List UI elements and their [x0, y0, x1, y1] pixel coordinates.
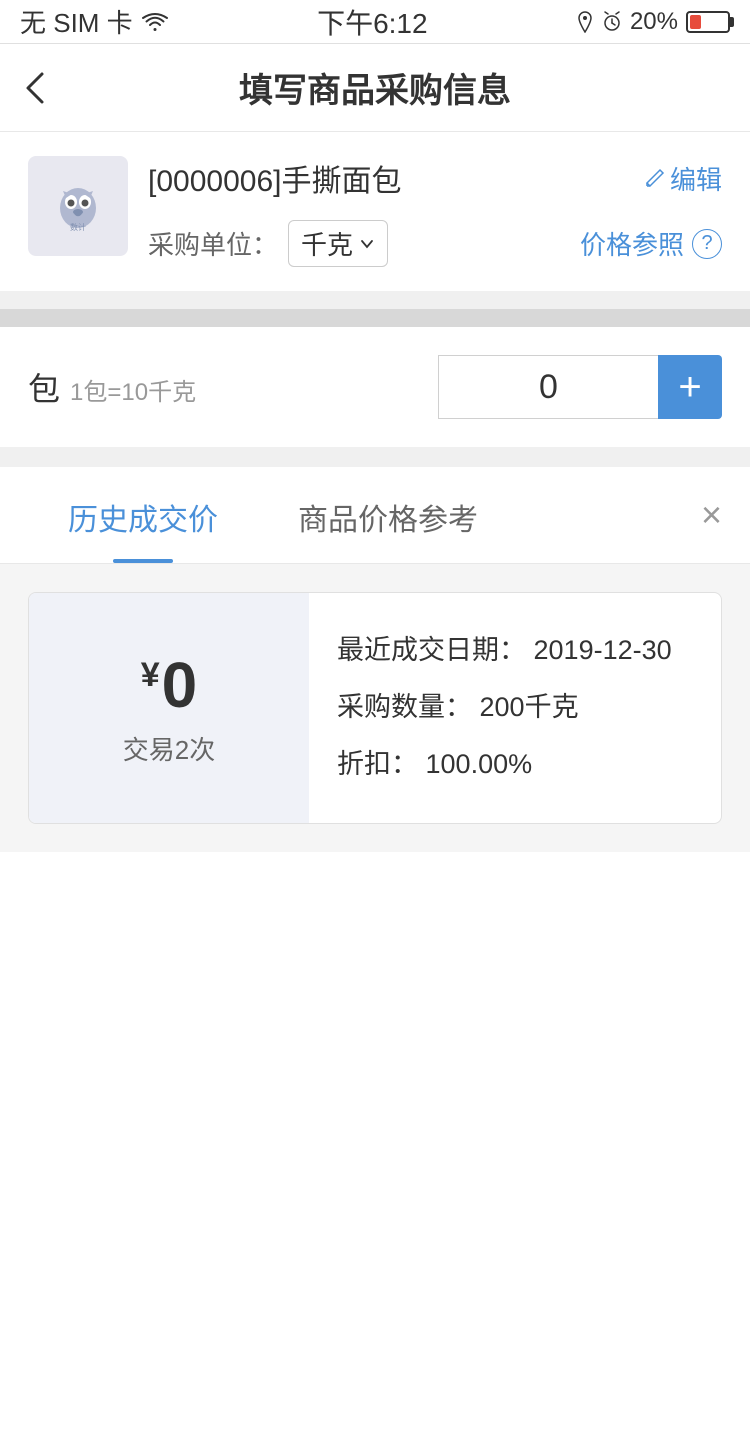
recent-date-value: 2019-12-30	[534, 635, 672, 665]
unit-label: 采购单位：	[148, 225, 278, 262]
tab-close-button[interactable]: ×	[701, 494, 722, 536]
discount-label: 折扣：	[337, 749, 418, 779]
quantity-plus-button[interactable]: +	[658, 355, 722, 419]
wifi-icon	[141, 12, 169, 32]
price-ref-label: 价格参照	[580, 225, 684, 262]
alarm-icon	[602, 11, 622, 33]
location-icon	[576, 11, 594, 33]
history-card: ¥ 0 交易2次 最近成交日期： 2019-12-30 采购数量： 200千克 …	[28, 592, 722, 824]
quantity-unit-desc: 1包=10千克	[70, 372, 196, 407]
product-name: [0000006]手撕面包	[148, 156, 401, 200]
recent-date-label: 最近成交日期：	[337, 635, 526, 665]
history-price: ¥ 0	[141, 648, 198, 722]
product-name-row: [0000006]手撕面包 编辑	[148, 156, 722, 200]
tab-history-label: 历史成交价	[68, 504, 218, 537]
tab-product-price-label: 商品价格参考	[298, 504, 478, 537]
recent-date-row: 最近成交日期： 2019-12-30	[337, 629, 693, 672]
product-logo: 数计	[48, 176, 108, 236]
nav-bar: 填写商品采购信息	[0, 44, 750, 132]
help-icon: ?	[692, 229, 722, 259]
page-title: 填写商品采购信息	[239, 63, 511, 112]
plus-label: +	[678, 365, 701, 410]
product-thumbnail: 数计	[28, 156, 128, 256]
sim-label: 无 SIM 卡	[20, 3, 133, 40]
discount-value: 100.00%	[426, 749, 533, 779]
quantity-input[interactable]: 0	[438, 355, 658, 419]
trade-count: 交易2次	[123, 730, 215, 767]
battery-indicator	[686, 11, 730, 33]
status-left: 无 SIM 卡	[20, 3, 169, 40]
unit-value: 千克	[301, 225, 353, 262]
quantity-unit: 包	[28, 364, 60, 410]
status-time: 下午6:12	[317, 2, 428, 42]
battery-fill	[690, 15, 701, 29]
purchase-qty-row: 采购数量： 200千克	[337, 686, 693, 729]
tab-history-price[interactable]: 历史成交价	[28, 467, 258, 563]
quantity-value: 0	[539, 368, 558, 407]
unit-select[interactable]: 千克	[288, 220, 388, 267]
tab-section: 历史成交价 商品价格参考 ×	[0, 467, 750, 564]
gray-divider	[0, 309, 750, 327]
history-details: 最近成交日期： 2019-12-30 采购数量： 200千克 折扣： 100.0…	[309, 593, 721, 823]
quantity-left: 包 1包=10千克	[28, 364, 196, 410]
edit-label: 编辑	[670, 160, 722, 197]
price-number: 0	[162, 648, 198, 722]
history-content: ¥ 0 交易2次 最近成交日期： 2019-12-30 采购数量： 200千克 …	[0, 564, 750, 852]
svg-text:数计: 数计	[70, 222, 86, 232]
edit-button[interactable]: 编辑	[644, 160, 722, 197]
status-bar: 无 SIM 卡 下午6:12 20%	[0, 0, 750, 44]
quantity-right: 0 +	[438, 355, 722, 419]
battery-percent: 20%	[630, 8, 678, 36]
status-right: 20%	[576, 8, 730, 36]
product-section: 数计 [0000006]手撕面包 编辑 采购单位：	[0, 132, 750, 291]
back-button[interactable]	[24, 70, 46, 106]
purchase-qty-value: 200千克	[480, 692, 579, 722]
product-info: [0000006]手撕面包 编辑 采购单位： 千克	[148, 156, 722, 267]
edit-icon	[644, 167, 666, 189]
price-ref-button[interactable]: 价格参照 ?	[580, 225, 722, 262]
history-price-area: ¥ 0 交易2次	[29, 593, 309, 823]
unit-row: 采购单位： 千克 价格参照 ?	[148, 220, 722, 267]
tab-product-price-ref[interactable]: 商品价格参考	[258, 467, 518, 563]
discount-row: 折扣： 100.00%	[337, 743, 693, 786]
chevron-down-icon	[359, 236, 375, 252]
purchase-qty-label: 采购数量：	[337, 692, 472, 722]
quantity-section: 包 1包=10千克 0 +	[0, 327, 750, 447]
bottom-space	[0, 852, 750, 1452]
currency-symbol: ¥	[141, 656, 160, 695]
product-row: 数计 [0000006]手撕面包 编辑 采购单位：	[28, 156, 722, 267]
